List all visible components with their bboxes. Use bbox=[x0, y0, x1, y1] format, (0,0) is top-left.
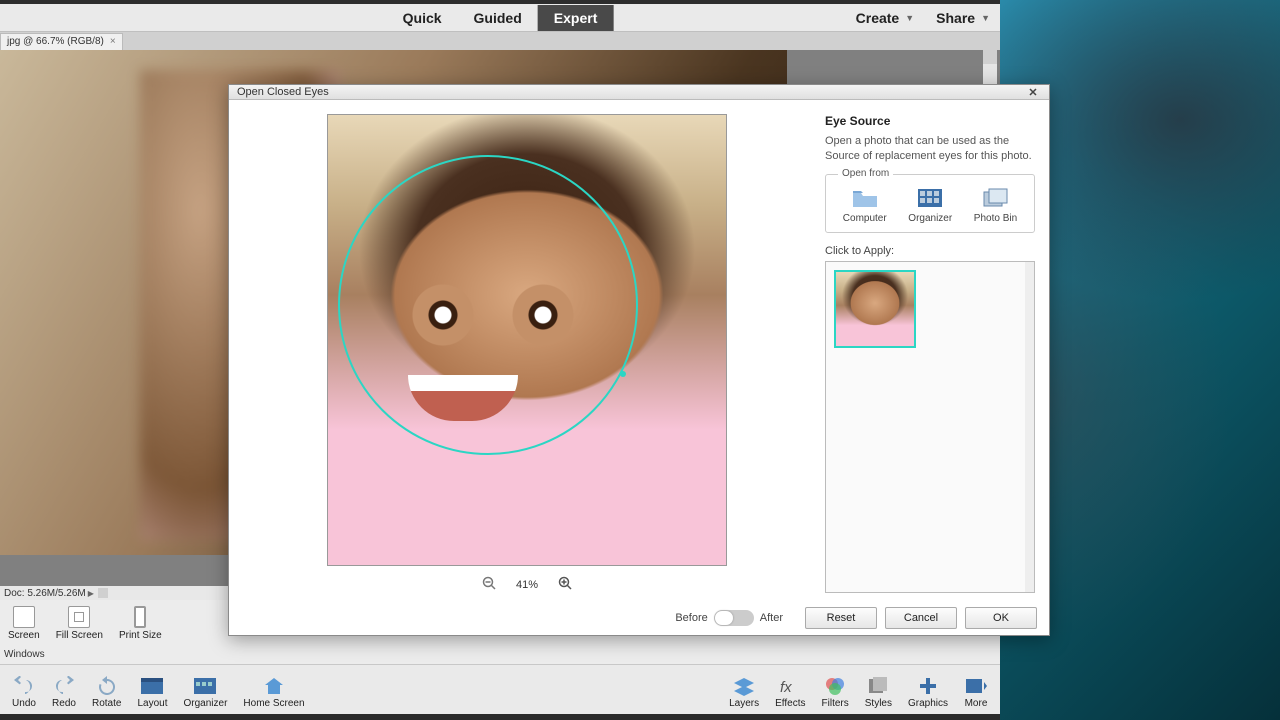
chevron-down-icon: ▼ bbox=[981, 13, 990, 23]
tab-guided[interactable]: Guided bbox=[458, 5, 538, 31]
resize-handle[interactable] bbox=[620, 371, 626, 377]
share-label: Share bbox=[936, 10, 975, 26]
layout-icon bbox=[140, 676, 164, 696]
redo-icon bbox=[52, 676, 76, 696]
dialog-titlebar[interactable]: Open Closed Eyes ✕ bbox=[229, 85, 1049, 100]
create-label: Create bbox=[856, 10, 900, 26]
folder-icon bbox=[851, 187, 879, 209]
bottom-toolbar: Undo Redo Rotate Layout Organizer Home S… bbox=[0, 664, 1000, 720]
share-menu[interactable]: Share ▼ bbox=[936, 10, 990, 26]
eye-source-heading: Eye Source bbox=[825, 114, 1035, 128]
bottom-strip bbox=[0, 714, 1000, 720]
organizer-button[interactable]: Organizer bbox=[176, 674, 236, 711]
graphics-button[interactable]: Graphics bbox=[900, 674, 956, 711]
open-from-photobin[interactable]: Photo Bin bbox=[974, 187, 1017, 224]
eye-source-description: Open a photo that can be used as the Sou… bbox=[825, 134, 1035, 164]
undo-button[interactable]: Undo bbox=[4, 674, 44, 711]
open-closed-eyes-dialog: Open Closed Eyes ✕ 41% Eye Source Open a bbox=[228, 84, 1050, 636]
tab-expert[interactable]: Expert bbox=[538, 5, 614, 31]
plus-icon bbox=[916, 676, 940, 696]
tab-quick[interactable]: Quick bbox=[387, 5, 458, 31]
before-after-toggle[interactable] bbox=[714, 610, 754, 626]
close-button[interactable]: ✕ bbox=[1025, 85, 1041, 99]
mode-tabs: Quick Guided Expert bbox=[387, 5, 614, 31]
layout-button[interactable]: Layout bbox=[129, 674, 175, 711]
menubar: Quick Guided Expert Create ▼ Share ▼ bbox=[0, 4, 1000, 32]
view-screen-label: Screen bbox=[8, 630, 40, 641]
grid-icon bbox=[916, 187, 944, 209]
chevron-right-icon[interactable]: ▶ bbox=[88, 589, 94, 598]
preview-pane: 41% bbox=[243, 114, 811, 593]
dialog-title: Open Closed Eyes bbox=[237, 86, 329, 98]
face-detection-circle[interactable] bbox=[338, 155, 638, 455]
windows-row[interactable]: Windows bbox=[0, 648, 1000, 664]
thumbnail-scrollbar[interactable] bbox=[1025, 262, 1034, 592]
ok-button[interactable]: OK bbox=[965, 607, 1037, 629]
document-tab-label: jpg @ 66.7% (RGB/8) bbox=[7, 36, 104, 47]
effects-button[interactable]: fx Effects bbox=[767, 674, 813, 711]
organizer-icon bbox=[193, 676, 217, 696]
source-thumbnail[interactable] bbox=[834, 270, 916, 348]
rotate-button[interactable]: Rotate bbox=[84, 674, 129, 711]
open-from-group: Open from Computer Organizer Photo Bin bbox=[825, 174, 1035, 233]
view-print-size[interactable]: Print Size bbox=[113, 604, 168, 643]
click-to-apply-label: Click to Apply: bbox=[825, 245, 1035, 257]
after-label: After bbox=[760, 612, 783, 624]
side-panel: Eye Source Open a photo that can be used… bbox=[825, 114, 1035, 593]
view-screen[interactable]: Screen bbox=[2, 604, 46, 643]
print-size-icon bbox=[134, 606, 146, 628]
cancel-button[interactable]: Cancel bbox=[885, 607, 957, 629]
open-from-computer[interactable]: Computer bbox=[843, 187, 887, 224]
scroll-left-button[interactable] bbox=[98, 588, 108, 598]
styles-icon bbox=[866, 676, 890, 696]
zoom-out-button[interactable] bbox=[482, 576, 496, 593]
dialog-footer: Before After Reset Cancel OK bbox=[229, 607, 1049, 637]
filters-button[interactable]: Filters bbox=[814, 674, 857, 711]
chevron-down-icon: ▼ bbox=[905, 13, 914, 23]
zoom-controls: 41% bbox=[482, 576, 572, 593]
scroll-up-button[interactable] bbox=[983, 50, 997, 64]
zoom-level: 41% bbox=[516, 579, 538, 591]
source-thumbnails bbox=[825, 261, 1035, 593]
view-fill-label: Fill Screen bbox=[56, 630, 103, 641]
fill-screen-icon bbox=[68, 606, 90, 628]
document-tab[interactable]: jpg @ 66.7% (RGB/8) × bbox=[0, 33, 123, 50]
preview-image[interactable] bbox=[327, 114, 727, 566]
undo-icon bbox=[12, 676, 36, 696]
close-icon[interactable]: × bbox=[110, 36, 116, 47]
view-print-label: Print Size bbox=[119, 630, 162, 641]
layers-icon bbox=[732, 676, 756, 696]
redo-button[interactable]: Redo bbox=[44, 674, 84, 711]
more-button[interactable]: More bbox=[956, 674, 996, 711]
more-icon bbox=[964, 676, 988, 696]
view-fill-screen[interactable]: Fill Screen bbox=[50, 604, 109, 643]
layers-button[interactable]: Layers bbox=[721, 674, 767, 711]
reset-button[interactable]: Reset bbox=[805, 607, 877, 629]
open-from-organizer[interactable]: Organizer bbox=[908, 187, 952, 224]
zoom-in-button[interactable] bbox=[558, 576, 572, 593]
doc-size-label: Doc: 5.26M/5.26M bbox=[4, 588, 86, 599]
create-menu[interactable]: Create ▼ bbox=[856, 10, 915, 26]
svg-text:fx: fx bbox=[780, 679, 792, 696]
document-tabstrip: jpg @ 66.7% (RGB/8) × bbox=[0, 32, 1000, 50]
home-icon bbox=[262, 676, 286, 696]
before-label: Before bbox=[675, 612, 707, 624]
screen-icon bbox=[13, 606, 35, 628]
filters-icon bbox=[823, 676, 847, 696]
home-button[interactable]: Home Screen bbox=[235, 674, 312, 711]
styles-button[interactable]: Styles bbox=[857, 674, 900, 711]
rotate-icon bbox=[95, 676, 119, 696]
photo-bin-icon bbox=[981, 187, 1009, 209]
effects-icon: fx bbox=[778, 676, 802, 696]
open-from-legend: Open from bbox=[838, 168, 893, 179]
